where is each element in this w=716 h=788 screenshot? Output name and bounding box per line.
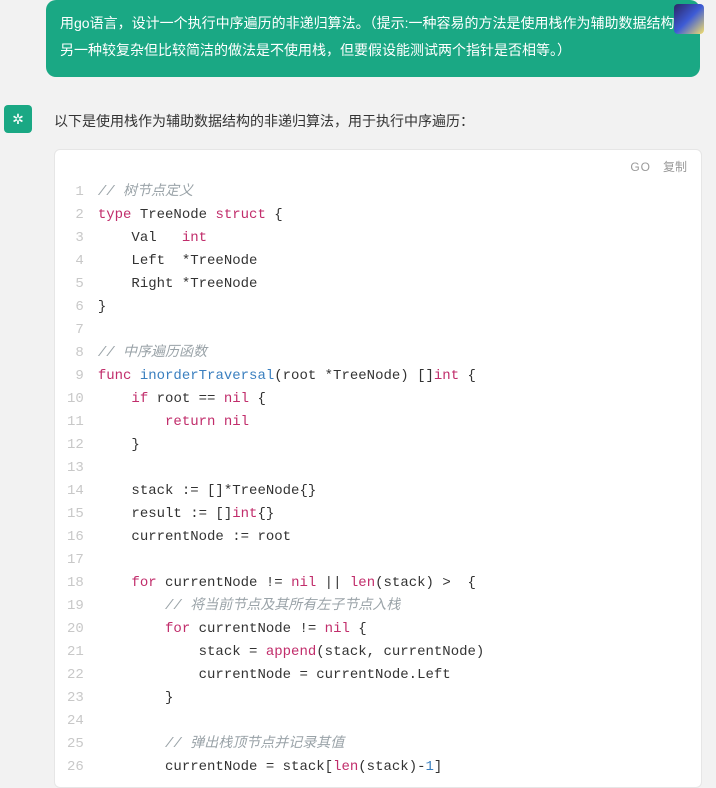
line-number: 17 — [67, 549, 84, 572]
line-number: 6 — [67, 296, 84, 319]
line-number: 5 — [67, 273, 84, 296]
code-line: Left *TreeNode — [98, 250, 484, 273]
line-number: 12 — [67, 434, 84, 457]
line-number: 13 — [67, 457, 84, 480]
code-line: Val int — [98, 227, 484, 250]
assistant-body: 以下是使用栈作为辅助数据结构的非递归算法，用于执行中序遍历： GO 复制 123… — [40, 105, 716, 788]
code-line: type TreeNode struct { — [98, 204, 484, 227]
code-line: return nil — [98, 411, 484, 434]
code-line: stack := []*TreeNode{} — [98, 480, 484, 503]
code-header: GO 复制 — [55, 150, 701, 179]
code-card: GO 复制 1234567891011121314151617181920212… — [54, 149, 702, 788]
code-line: currentNode = currentNode.Left — [98, 664, 484, 687]
code-line: // 树节点定义 — [98, 181, 484, 204]
code-line: func inorderTraversal(root *TreeNode) []… — [98, 365, 484, 388]
line-number: 23 — [67, 687, 84, 710]
line-number: 9 — [67, 365, 84, 388]
user-message-bubble: 用go语言，设计一个执行中序遍历的非递归算法。（提示:一种容易的方法是使用栈作为… — [46, 0, 700, 77]
line-number: 21 — [67, 641, 84, 664]
line-number: 20 — [67, 618, 84, 641]
code-line: result := []int{} — [98, 503, 484, 526]
code-line: for currentNode != nil || len(stack) > { — [98, 572, 484, 595]
code-language-label: GO — [630, 160, 651, 174]
code-block: 1234567891011121314151617181920212223242… — [55, 179, 701, 787]
code-line: } — [98, 434, 484, 457]
line-number: 26 — [67, 756, 84, 779]
line-number: 24 — [67, 710, 84, 733]
line-number: 1 — [67, 181, 84, 204]
line-number: 11 — [67, 411, 84, 434]
line-number: 7 — [67, 319, 84, 342]
code-line: if root == nil { — [98, 388, 484, 411]
code-line — [98, 457, 484, 480]
code-line: stack = append(stack, currentNode) — [98, 641, 484, 664]
line-number: 4 — [67, 250, 84, 273]
line-number: 2 — [67, 204, 84, 227]
assistant-intro-text: 以下是使用栈作为辅助数据结构的非递归算法，用于执行中序遍历： — [54, 111, 702, 131]
code-content[interactable]: // 树节点定义type TreeNode struct { Val int L… — [98, 181, 484, 779]
assistant-avatar-icon: ✲ — [4, 105, 32, 133]
line-number: 15 — [67, 503, 84, 526]
code-line: } — [98, 296, 484, 319]
code-line: for currentNode != nil { — [98, 618, 484, 641]
code-line: // 将当前节点及其所有左子节点入栈 — [98, 595, 484, 618]
line-number: 16 — [67, 526, 84, 549]
line-number: 18 — [67, 572, 84, 595]
user-avatar — [674, 4, 704, 34]
code-line — [98, 710, 484, 733]
code-line: // 中序遍历函数 — [98, 342, 484, 365]
code-line — [98, 319, 484, 342]
code-line: currentNode = stack[len(stack)-1] — [98, 756, 484, 779]
line-number: 14 — [67, 480, 84, 503]
code-line — [98, 549, 484, 572]
line-number: 19 — [67, 595, 84, 618]
line-number: 3 — [67, 227, 84, 250]
user-message-text: 用go语言，设计一个执行中序遍历的非递归算法。（提示:一种容易的方法是使用栈作为… — [60, 15, 678, 58]
code-line: currentNode := root — [98, 526, 484, 549]
line-number: 22 — [67, 664, 84, 687]
line-number: 8 — [67, 342, 84, 365]
code-line: Right *TreeNode — [98, 273, 484, 296]
code-line: } — [98, 687, 484, 710]
line-number: 10 — [67, 388, 84, 411]
code-gutter: 1234567891011121314151617181920212223242… — [67, 181, 98, 779]
copy-button[interactable]: 复制 — [663, 158, 687, 175]
assistant-row: ✲ 以下是使用栈作为辅助数据结构的非递归算法，用于执行中序遍历： GO 复制 1… — [0, 105, 716, 788]
